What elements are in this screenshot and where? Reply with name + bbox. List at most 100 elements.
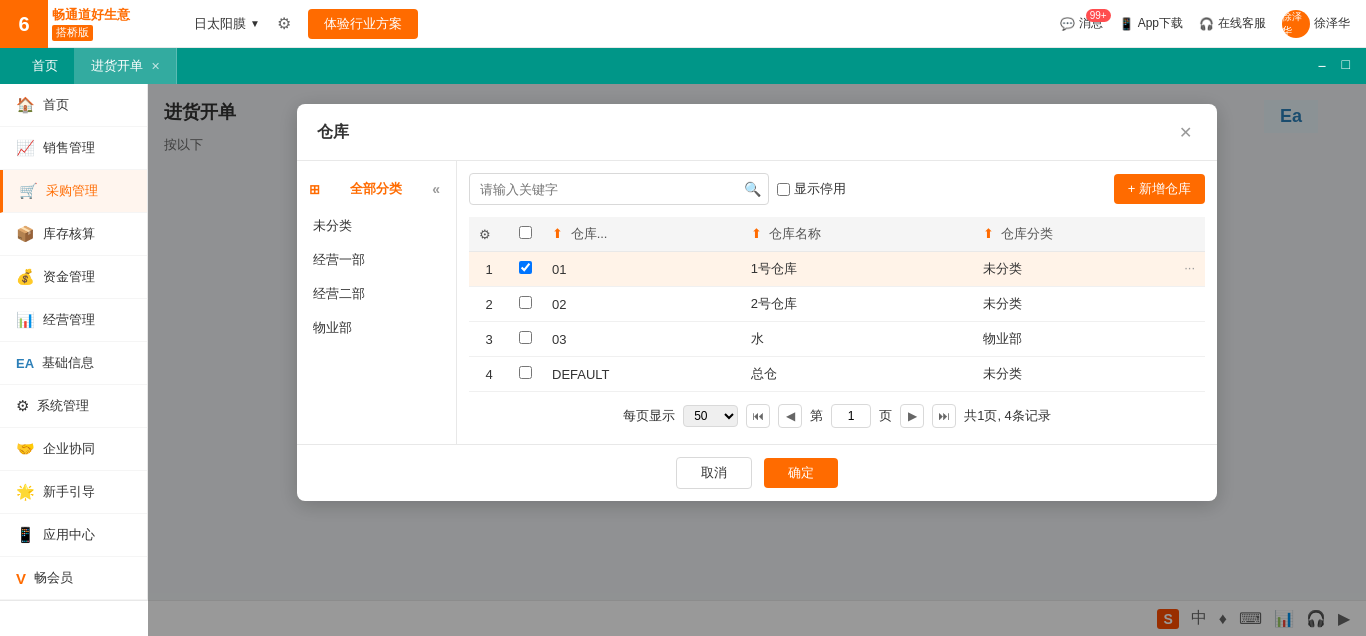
user-profile[interactable]: 徐泽华 徐泽华 <box>1282 10 1350 38</box>
trial-button[interactable]: 体验行业方案 <box>308 9 418 39</box>
sidebar-item-guide[interactable]: 🌟 新手引导 <box>0 471 147 514</box>
collapse-icon[interactable]: « <box>428 177 444 201</box>
modal-header: 仓库 ✕ <box>297 104 1217 161</box>
app-icon: 📱 <box>16 526 35 544</box>
modal-body: ⊞ 全部分类 « 未分类 经营一部 经营二部 物业部 <box>297 161 1217 444</box>
row-checkbox[interactable] <box>519 366 532 379</box>
sort-code-icon[interactable]: ⬆ <box>552 226 563 241</box>
sidebar: 🏠 首页 📈 销售管理 🛒 采购管理 📦 库存核算 💰 资金管理 📊 经营管理 … <box>0 84 148 636</box>
all-category-label: 全部分类 <box>350 180 402 198</box>
row-checkbox[interactable] <box>519 261 532 274</box>
row-name: 2号仓库 <box>741 287 973 322</box>
confirm-button[interactable]: 确定 <box>764 458 838 488</box>
messages-badge: 99+ <box>1086 9 1111 22</box>
inventory-icon: 📦 <box>16 225 35 243</box>
sidebar-item-vip[interactable]: V 畅会员 <box>0 557 147 600</box>
basic-info-icon: EA <box>16 356 34 371</box>
per-page-label: 每页显示 <box>623 407 675 425</box>
row-checkbox[interactable] <box>519 331 532 344</box>
sidebar-item-purchase[interactable]: 🛒 采购管理 <box>0 170 147 213</box>
modal-footer: 取消 确定 <box>297 444 1217 501</box>
guide-icon: 🌟 <box>16 483 35 501</box>
minimize-icon[interactable]: － <box>1314 56 1330 77</box>
sidebar-item-enterprise[interactable]: 🤝 企业协同 <box>0 428 147 471</box>
sort-category-icon[interactable]: ⬆ <box>983 226 994 241</box>
category-item-unclassified[interactable]: 未分类 <box>297 209 456 243</box>
table-row: 4 DEFAULT 总仓 未分类 <box>469 357 1205 392</box>
finance-icon: 💰 <box>16 268 35 286</box>
row-name: 1号仓库 <box>741 252 973 287</box>
subnav-home[interactable]: 首页 <box>16 48 75 84</box>
cancel-button[interactable]: 取消 <box>676 457 752 489</box>
row-num: 4 <box>469 357 509 392</box>
sidebar-item-app-center[interactable]: 📱 应用中心 <box>0 514 147 557</box>
table-panel: 🔍 显示停用 + 新增仓库 <box>457 161 1217 444</box>
headset-icon: 🎧 <box>1199 17 1214 31</box>
row-name: 总仓 <box>741 357 973 392</box>
row-checkbox[interactable] <box>519 296 532 309</box>
home-icon: 🏠 <box>16 96 35 114</box>
enterprise-icon: 🤝 <box>16 440 35 458</box>
message-icon: 💬 <box>1060 17 1075 31</box>
subnav-purchase[interactable]: 进货开单 ✕ <box>75 48 177 84</box>
first-page-btn[interactable]: ⏮ <box>746 404 770 428</box>
modal-title: 仓库 <box>317 122 349 143</box>
col-category: ⬆ 仓库分类 <box>973 217 1205 252</box>
row-code: 01 <box>542 252 741 287</box>
content-area: 进货开单 按以下 仓库 ✕ ⊞ 全部分类 « <box>148 84 1366 636</box>
online-service-item[interactable]: 🎧 在线客服 <box>1199 15 1266 32</box>
sidebar-item-finance[interactable]: 💰 资金管理 <box>0 256 147 299</box>
select-all-checkbox[interactable] <box>519 226 532 239</box>
close-tab-icon[interactable]: ✕ <box>151 60 160 73</box>
settings-icon[interactable]: ⚙ <box>479 227 491 242</box>
table-row: 1 01 1号仓库 未分类 ··· <box>469 252 1205 287</box>
show-disabled-checkbox[interactable] <box>777 183 790 196</box>
phone-icon: 📱 <box>1119 17 1134 31</box>
show-disabled-label[interactable]: 显示停用 <box>777 180 846 198</box>
pagination: 每页显示 50 100 200 ⏮ ◀ 第 页 ▶ <box>469 392 1205 432</box>
top-header: 6 畅通道好生意 搭桥版 日太阳膜 ▼ ⚙ 体验行业方案 💬 消息 99+ 📱 … <box>0 0 1366 48</box>
sidebar-item-system[interactable]: ⚙ 系统管理 <box>0 385 147 428</box>
messages-item[interactable]: 💬 消息 99+ <box>1060 15 1103 32</box>
row-code: DEFAULT <box>542 357 741 392</box>
category-item-property[interactable]: 物业部 <box>297 311 456 345</box>
all-category-icon: ⊞ <box>309 182 320 197</box>
row-actions[interactable]: ··· <box>1184 260 1195 275</box>
page-label: 第 <box>810 407 823 425</box>
operations-icon: 📊 <box>16 311 35 329</box>
category-item-dept2[interactable]: 经营二部 <box>297 277 456 311</box>
modal-overlay: 仓库 ✕ ⊞ 全部分类 « 未分类 经营一部 经营二部 <box>148 84 1366 636</box>
row-category: 未分类 <box>973 287 1205 322</box>
row-num: 1 <box>469 252 509 287</box>
row-checkbox-cell <box>509 322 542 357</box>
next-page-btn[interactable]: ▶ <box>900 404 924 428</box>
gear-icon: ⚙ <box>277 14 291 33</box>
sort-name-icon[interactable]: ⬆ <box>751 226 762 241</box>
prev-page-btn[interactable]: ◀ <box>778 404 802 428</box>
page-input[interactable] <box>831 404 871 428</box>
total-info: 共1页, 4条记录 <box>964 407 1051 425</box>
app-download-item[interactable]: 📱 App下载 <box>1119 15 1183 32</box>
row-category: 物业部 <box>973 322 1205 357</box>
brand-text: 畅通道好生意 搭桥版 <box>52 6 130 41</box>
row-checkbox-cell <box>509 287 542 322</box>
category-item-dept1[interactable]: 经营一部 <box>297 243 456 277</box>
gear-button[interactable]: ⚙ <box>268 8 300 40</box>
col-checkbox <box>509 217 542 252</box>
new-warehouse-button[interactable]: + 新增仓库 <box>1114 174 1205 204</box>
last-page-btn[interactable]: ⏭ <box>932 404 956 428</box>
table-row: 2 02 2号仓库 未分类 <box>469 287 1205 322</box>
restore-icon[interactable]: □ <box>1342 56 1350 77</box>
modal-close-button[interactable]: ✕ <box>1173 120 1197 144</box>
sidebar-item-inventory[interactable]: 📦 库存核算 <box>0 213 147 256</box>
per-page-select[interactable]: 50 100 200 <box>683 405 738 427</box>
sidebar-item-sales[interactable]: 📈 销售管理 <box>0 127 147 170</box>
sidebar-item-home[interactable]: 🏠 首页 <box>0 84 147 127</box>
table-row: 3 03 水 物业部 <box>469 322 1205 357</box>
store-selector[interactable]: 日太阳膜 ▼ <box>186 11 268 37</box>
system-icon: ⚙ <box>16 397 29 415</box>
sidebar-item-operations[interactable]: 📊 经营管理 <box>0 299 147 342</box>
sidebar-item-basic-info[interactable]: EA 基础信息 <box>0 342 147 385</box>
sales-icon: 📈 <box>16 139 35 157</box>
search-input[interactable] <box>469 173 769 205</box>
